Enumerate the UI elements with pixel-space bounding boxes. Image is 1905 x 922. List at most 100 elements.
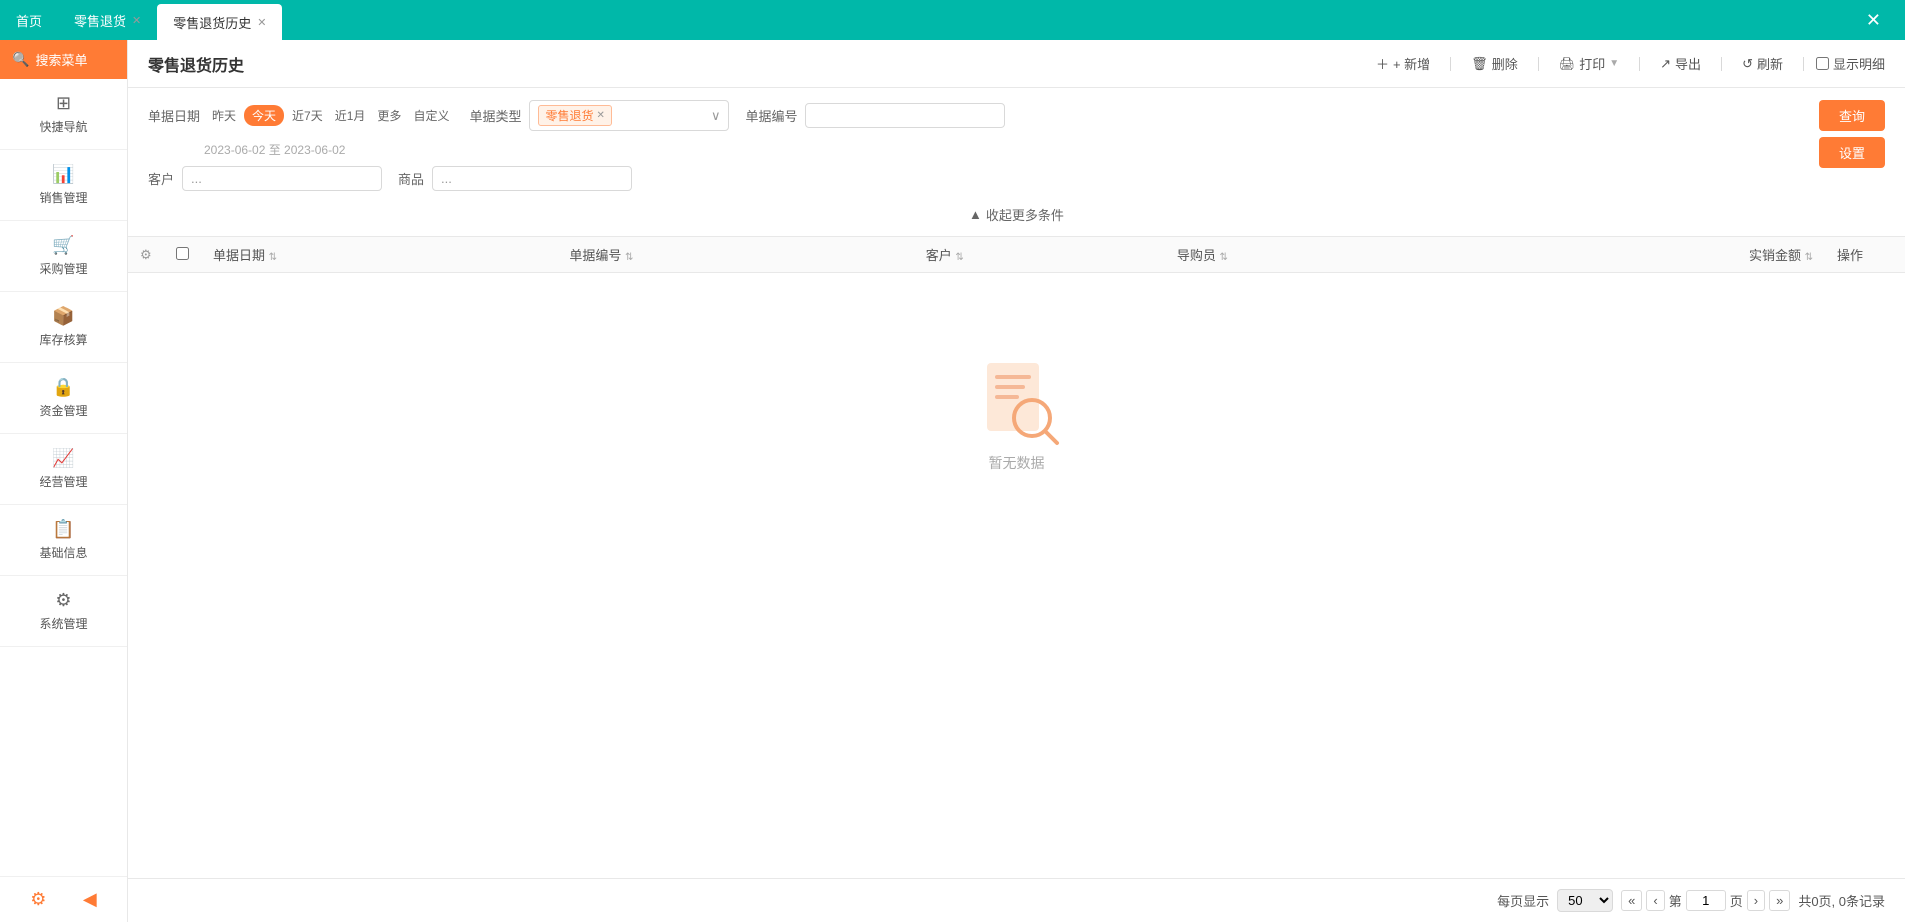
new-label: + 新增 <box>1393 54 1430 73</box>
voucher-type-tag-close[interactable]: ✕ <box>596 110 604 121</box>
col-guide-sort: ⇅ <box>1220 252 1228 263</box>
sidebar-item-finance[interactable]: 🔒 资金管理 <box>0 363 127 434</box>
show-detail-label: 显示明细 <box>1833 54 1885 73</box>
search-icon: 🔍 <box>12 51 29 68</box>
voucher-date-label: 单据日期 <box>148 106 200 125</box>
top-bar: 首页 零售退货 ✕ 零售退货历史 ✕ ✕ <box>0 0 1905 40</box>
content-area: 零售退货历史 ＋ + 新增 🗑 删除 🖨 打印 ▼ <box>128 40 1905 922</box>
sidebar-item-basic-info[interactable]: 📋 基础信息 <box>0 505 127 576</box>
collapse-button[interactable]: ▲ 收起更多条件 <box>969 205 1064 224</box>
tab-retail-return-close[interactable]: ✕ <box>132 14 141 27</box>
collapse-up-icon: ▲ <box>969 207 982 222</box>
collapse-sidebar-icon[interactable]: ◀ <box>83 889 97 910</box>
divider-1 <box>1450 57 1451 71</box>
quick-nav-icon: ⊞ <box>56 93 71 114</box>
date-btn-custom[interactable]: 自定义 <box>409 105 453 126</box>
sidebar-item-finance-label: 资金管理 <box>39 402 87 419</box>
delete-label: 删除 <box>1492 54 1518 73</box>
col-voucher-date-sort: ⇅ <box>269 252 277 263</box>
voucher-type-select[interactable]: 零售退货 ✕ ∨ <box>529 100 729 131</box>
table-area: ⚙ 单据日期 ⇅ 单据编号 ⇅ <box>128 237 1905 878</box>
per-page-label: 每页显示 <box>1497 891 1549 910</box>
refresh-icon: ↺ <box>1742 56 1753 72</box>
inventory-icon: 📦 <box>52 306 74 327</box>
date-btn-yesterday[interactable]: 昨天 <box>208 105 240 126</box>
sidebar-item-operations[interactable]: 📈 经营管理 <box>0 434 127 505</box>
sidebar-item-quick-nav[interactable]: ⊞ 快捷导航 <box>0 79 127 150</box>
last-page-btn[interactable]: » <box>1769 890 1790 911</box>
col-voucher-no-label: 单据编号 <box>569 248 621 263</box>
system-icon: ⚙ <box>55 590 71 611</box>
col-customer[interactable]: 客户 ⇅ <box>914 237 1165 273</box>
delete-button[interactable]: 🗑 删除 <box>1463 50 1526 77</box>
next-page-btn[interactable]: › <box>1747 890 1765 911</box>
show-detail-wrapper: 显示明细 <box>1816 54 1885 73</box>
col-voucher-no[interactable]: 单据编号 ⇅ <box>557 237 913 273</box>
search-menu[interactable]: 🔍 搜索菜单 <box>0 40 127 79</box>
col-guide[interactable]: 导购员 ⇅ <box>1165 237 1469 273</box>
select-all-checkbox[interactable] <box>176 247 189 260</box>
first-page-btn[interactable]: « <box>1621 890 1642 911</box>
collapse-label: 收起更多条件 <box>986 205 1064 224</box>
date-btn-more[interactable]: 更多 <box>373 105 405 126</box>
date-btn-7days[interactable]: 近7天 <box>288 105 327 126</box>
date-btn-today[interactable]: 今天 <box>244 105 284 126</box>
set-button[interactable]: 设置 <box>1819 137 1885 168</box>
new-button[interactable]: ＋ + 新增 <box>1368 50 1438 77</box>
export-button[interactable]: ↗ 导出 <box>1652 50 1709 77</box>
voucher-type-tag: 零售退货 ✕ <box>538 105 611 126</box>
table-settings-icon[interactable]: ⚙ <box>140 247 152 262</box>
tab-home-label: 首页 <box>16 11 42 30</box>
tab-retail-return-history-close[interactable]: ✕ <box>257 16 266 29</box>
goods-input[interactable]: ... <box>432 166 632 191</box>
divider-3 <box>1639 57 1640 71</box>
query-actions: 查询 设置 <box>1819 100 1885 168</box>
sidebar-item-system[interactable]: ⚙ 系统管理 <box>0 576 127 647</box>
page-title: 零售退货历史 <box>148 52 244 76</box>
col-actual-amount-label: 实销金额 <box>1749 248 1801 263</box>
sidebar-item-sales-mgmt[interactable]: 📊 销售管理 <box>0 150 127 221</box>
query-button[interactable]: 查询 <box>1819 100 1885 131</box>
voucher-type-label: 单据类型 <box>469 106 521 125</box>
per-page-select[interactable]: 50 100 200 <box>1557 889 1613 912</box>
tab-retail-return[interactable]: 零售退货 ✕ <box>58 0 157 40</box>
sales-mgmt-icon: 📊 <box>52 164 74 185</box>
col-guide-label: 导购员 <box>1177 248 1216 263</box>
window-close-icon[interactable]: ✕ <box>1858 10 1889 31</box>
sidebar-item-inventory[interactable]: 📦 库存核算 <box>0 292 127 363</box>
print-dropdown-icon: ▼ <box>1609 58 1619 69</box>
export-icon: ↗ <box>1660 56 1671 72</box>
col-actual-amount-sort: ⇅ <box>1805 252 1813 263</box>
col-customer-sort: ⇅ <box>955 252 963 263</box>
refresh-button[interactable]: ↺ 刷新 <box>1734 50 1791 77</box>
empty-icon <box>967 353 1067 453</box>
date-btn-1month[interactable]: 近1月 <box>331 105 370 126</box>
voucher-no-input[interactable] <box>805 103 1005 128</box>
show-detail-checkbox[interactable] <box>1816 57 1829 70</box>
col-voucher-date[interactable]: 单据日期 ⇅ <box>201 237 557 273</box>
filter-row-1: 单据日期 昨天 今天 近7天 近1月 更多 自定义 <box>148 100 1799 131</box>
sidebar-item-purchase-mgmt[interactable]: 🛒 采购管理 <box>0 221 127 292</box>
customer-input[interactable]: ... <box>182 166 382 191</box>
filter-voucher-no: 单据编号 <box>745 103 1005 128</box>
sidebar-item-purchase-mgmt-label: 采购管理 <box>39 260 87 277</box>
filter-customer: 客户 ... <box>148 166 382 191</box>
col-actual-amount[interactable]: 实销金额 ⇅ <box>1469 237 1825 273</box>
settings-bottom-icon[interactable]: ⚙ <box>30 889 46 910</box>
print-button[interactable]: 🖨 打印 ▼ <box>1551 50 1627 77</box>
tab-retail-return-history[interactable]: 零售退货历史 ✕ <box>157 4 282 40</box>
col-checkbox <box>164 237 201 273</box>
page-number-input[interactable] <box>1686 890 1726 911</box>
top-bar-right: ✕ <box>1858 10 1905 31</box>
col-voucher-date-label: 单据日期 <box>213 248 265 263</box>
print-icon: 🖨 <box>1559 56 1576 72</box>
header-actions: ＋ + 新增 🗑 删除 🖨 打印 ▼ ↗ 导出 <box>1368 50 1885 77</box>
delete-icon: 🗑 <box>1471 56 1488 72</box>
sidebar-item-quick-nav-label: 快捷导航 <box>39 118 87 135</box>
col-customer-label: 客户 <box>926 248 952 263</box>
filter-goods: 商品 ... <box>398 166 632 191</box>
tab-home[interactable]: 首页 <box>0 0 58 40</box>
prev-page-btn[interactable]: ‹ <box>1646 890 1664 911</box>
sidebar-item-system-label: 系统管理 <box>39 615 87 632</box>
filter-voucher-type: 单据类型 零售退货 ✕ ∨ <box>469 100 729 131</box>
